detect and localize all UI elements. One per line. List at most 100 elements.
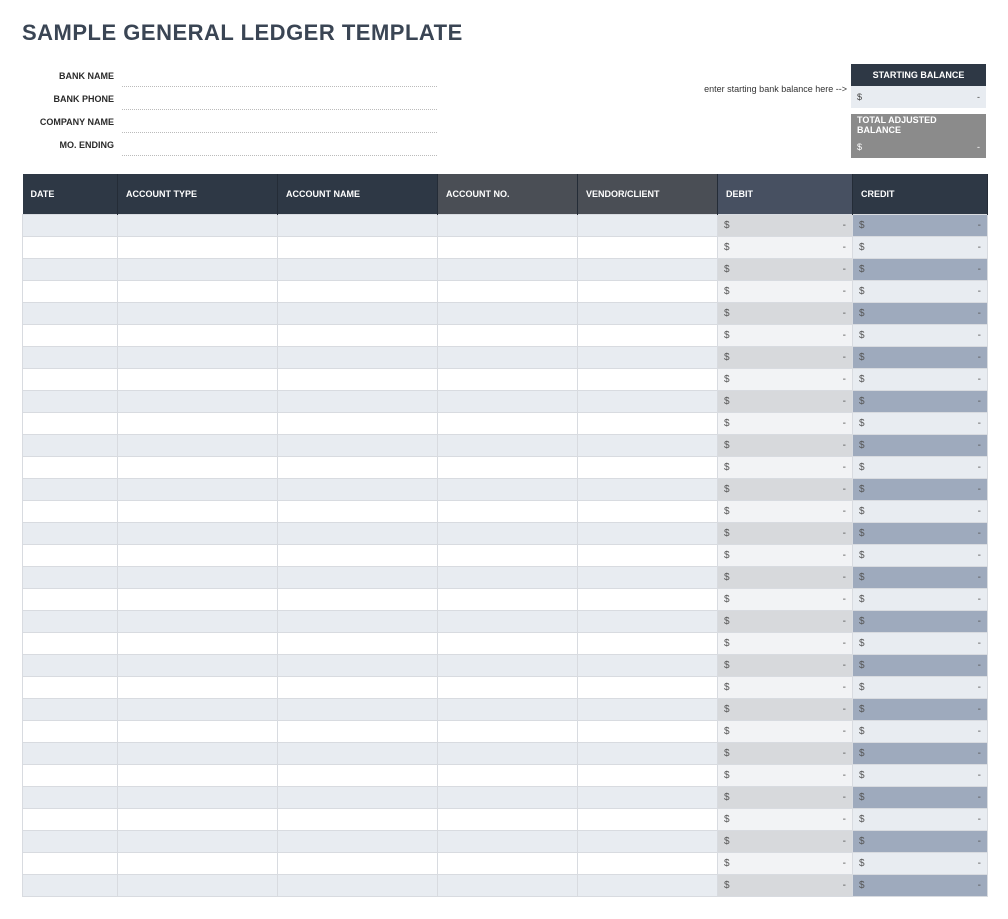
cell-account-no[interactable] [438, 456, 578, 478]
cell-account-name[interactable] [278, 522, 438, 544]
cell-debit[interactable]: $- [718, 654, 853, 676]
cell-debit[interactable]: $- [718, 764, 853, 786]
cell-date[interactable] [23, 236, 118, 258]
cell-vendor[interactable] [578, 236, 718, 258]
cell-vendor[interactable] [578, 676, 718, 698]
cell-account-type[interactable] [118, 852, 278, 874]
cell-account-type[interactable] [118, 390, 278, 412]
cell-vendor[interactable] [578, 324, 718, 346]
cell-account-name[interactable] [278, 830, 438, 852]
cell-credit[interactable]: $- [853, 390, 988, 412]
cell-account-type[interactable] [118, 720, 278, 742]
cell-vendor[interactable] [578, 588, 718, 610]
cell-account-no[interactable] [438, 434, 578, 456]
cell-credit[interactable]: $- [853, 302, 988, 324]
cell-account-no[interactable] [438, 214, 578, 236]
cell-credit[interactable]: $- [853, 434, 988, 456]
cell-credit[interactable]: $- [853, 852, 988, 874]
cell-account-type[interactable] [118, 302, 278, 324]
cell-date[interactable] [23, 324, 118, 346]
cell-debit[interactable]: $- [718, 874, 853, 896]
cell-date[interactable] [23, 764, 118, 786]
cell-account-no[interactable] [438, 258, 578, 280]
cell-vendor[interactable] [578, 566, 718, 588]
cell-date[interactable] [23, 522, 118, 544]
cell-debit[interactable]: $- [718, 698, 853, 720]
cell-date[interactable] [23, 720, 118, 742]
cell-vendor[interactable] [578, 346, 718, 368]
cell-account-no[interactable] [438, 676, 578, 698]
cell-date[interactable] [23, 456, 118, 478]
cell-date[interactable] [23, 676, 118, 698]
cell-debit[interactable]: $- [718, 632, 853, 654]
cell-vendor[interactable] [578, 654, 718, 676]
cell-account-type[interactable] [118, 786, 278, 808]
cell-account-name[interactable] [278, 852, 438, 874]
cell-account-name[interactable] [278, 236, 438, 258]
cell-debit[interactable]: $- [718, 610, 853, 632]
cell-account-no[interactable] [438, 390, 578, 412]
cell-date[interactable] [23, 346, 118, 368]
cell-debit[interactable]: $- [718, 258, 853, 280]
cell-date[interactable] [23, 588, 118, 610]
cell-debit[interactable]: $- [718, 830, 853, 852]
cell-account-name[interactable] [278, 632, 438, 654]
cell-debit[interactable]: $- [718, 852, 853, 874]
cell-debit[interactable]: $- [718, 566, 853, 588]
cell-account-type[interactable] [118, 566, 278, 588]
cell-account-name[interactable] [278, 742, 438, 764]
cell-account-name[interactable] [278, 302, 438, 324]
cell-date[interactable] [23, 412, 118, 434]
cell-credit[interactable]: $- [853, 632, 988, 654]
cell-vendor[interactable] [578, 698, 718, 720]
cell-debit[interactable]: $- [718, 412, 853, 434]
cell-vendor[interactable] [578, 830, 718, 852]
cell-account-no[interactable] [438, 346, 578, 368]
cell-date[interactable] [23, 566, 118, 588]
cell-vendor[interactable] [578, 390, 718, 412]
cell-account-type[interactable] [118, 478, 278, 500]
cell-account-name[interactable] [278, 698, 438, 720]
cell-credit[interactable]: $- [853, 324, 988, 346]
cell-account-type[interactable] [118, 698, 278, 720]
cell-account-no[interactable] [438, 852, 578, 874]
cell-account-type[interactable] [118, 434, 278, 456]
cell-account-name[interactable] [278, 456, 438, 478]
cell-debit[interactable]: $- [718, 588, 853, 610]
cell-account-type[interactable] [118, 808, 278, 830]
cell-account-no[interactable] [438, 280, 578, 302]
cell-account-name[interactable] [278, 676, 438, 698]
cell-account-no[interactable] [438, 830, 578, 852]
cell-debit[interactable]: $- [718, 478, 853, 500]
input-bank-name[interactable] [122, 64, 437, 87]
cell-date[interactable] [23, 544, 118, 566]
cell-credit[interactable]: $- [853, 456, 988, 478]
cell-account-name[interactable] [278, 764, 438, 786]
cell-account-no[interactable] [438, 720, 578, 742]
cell-date[interactable] [23, 434, 118, 456]
cell-account-name[interactable] [278, 368, 438, 390]
cell-account-no[interactable] [438, 808, 578, 830]
cell-date[interactable] [23, 214, 118, 236]
cell-credit[interactable]: $- [853, 478, 988, 500]
cell-date[interactable] [23, 830, 118, 852]
cell-debit[interactable]: $- [718, 676, 853, 698]
cell-date[interactable] [23, 302, 118, 324]
cell-account-name[interactable] [278, 258, 438, 280]
cell-date[interactable] [23, 698, 118, 720]
cell-debit[interactable]: $- [718, 720, 853, 742]
cell-account-name[interactable] [278, 412, 438, 434]
cell-account-type[interactable] [118, 258, 278, 280]
cell-account-type[interactable] [118, 522, 278, 544]
cell-date[interactable] [23, 786, 118, 808]
cell-debit[interactable]: $- [718, 786, 853, 808]
cell-credit[interactable]: $- [853, 720, 988, 742]
cell-account-type[interactable] [118, 412, 278, 434]
cell-vendor[interactable] [578, 522, 718, 544]
cell-debit[interactable]: $- [718, 214, 853, 236]
cell-debit[interactable]: $- [718, 808, 853, 830]
cell-account-name[interactable] [278, 720, 438, 742]
cell-date[interactable] [23, 654, 118, 676]
cell-vendor[interactable] [578, 632, 718, 654]
cell-vendor[interactable] [578, 478, 718, 500]
